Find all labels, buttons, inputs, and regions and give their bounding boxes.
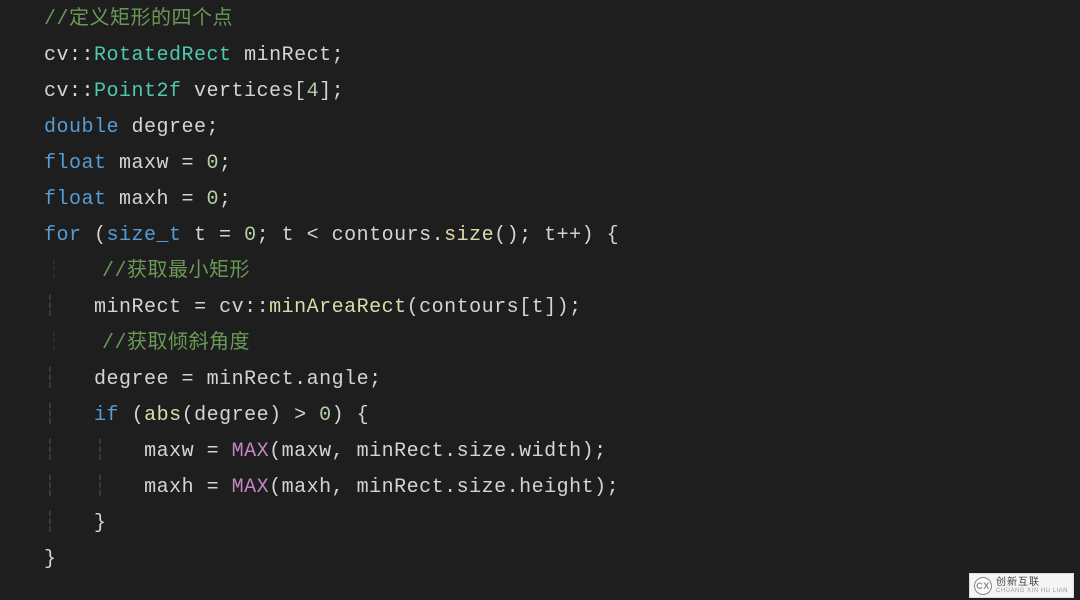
code-text: (maxw, minRect.size.width); xyxy=(269,440,607,463)
code-line[interactable]: ┆ ┆ maxh = MAX(maxh, minRect.size.height… xyxy=(0,470,1080,506)
code-text: ( xyxy=(82,224,107,247)
scope-op: :: xyxy=(69,80,94,103)
code-line[interactable]: ┆ if (abs(degree) > 0) { xyxy=(0,398,1080,434)
code-line[interactable]: //定义矩形的四个点 xyxy=(0,2,1080,38)
number-literal: 4 xyxy=(307,80,320,103)
code-line[interactable]: cv::Point2f vertices[4]; xyxy=(0,74,1080,110)
indent-guide: ┆ xyxy=(44,512,94,535)
watermark-cn: 创新互联 xyxy=(996,578,1040,588)
watermark-badge: CX 创新互联 CHUANG XIN HU LIAN xyxy=(969,573,1074,598)
macro-call: MAX xyxy=(232,440,270,463)
number-literal: 0 xyxy=(244,224,257,247)
comment-text: //获取最小矩形 xyxy=(102,260,250,283)
code-line[interactable]: ┆ //获取倾斜角度 xyxy=(0,326,1080,362)
code-text: vertices[ xyxy=(182,80,307,103)
keyword: size_t xyxy=(107,224,182,247)
namespace: cv xyxy=(44,80,69,103)
brace: } xyxy=(44,548,57,571)
code-text: ( xyxy=(119,404,144,427)
code-text: degree = minRect.angle; xyxy=(94,368,382,391)
code-text: degree; xyxy=(119,116,219,139)
keyword: for xyxy=(44,224,82,247)
code-text: (contours[t]); xyxy=(407,296,582,319)
code-text: ]; xyxy=(319,80,344,103)
code-line[interactable]: float maxw = 0; xyxy=(0,146,1080,182)
code-line[interactable]: for (size_t t = 0; t < contours.size(); … xyxy=(0,218,1080,254)
indent-guide: ┆ xyxy=(44,404,94,427)
comment-text: //获取倾斜角度 xyxy=(102,332,250,355)
indent-guide: ┆ ┆ xyxy=(44,476,144,499)
number-literal: 0 xyxy=(207,188,220,211)
code-editor[interactable]: //定义矩形的四个点 cv::RotatedRect minRect; cv::… xyxy=(0,0,1080,600)
code-text: minRect = cv:: xyxy=(94,296,269,319)
code-line[interactable]: float maxh = 0; xyxy=(0,182,1080,218)
code-text: maxw = xyxy=(144,440,232,463)
code-text: (); t++) { xyxy=(494,224,619,247)
code-text: (maxh, minRect.size.height); xyxy=(269,476,619,499)
code-text: (degree) > xyxy=(182,404,320,427)
scope-op: :: xyxy=(69,44,94,67)
code-text: ; xyxy=(219,152,232,175)
code-line[interactable]: ┆ //获取最小矩形 xyxy=(0,254,1080,290)
watermark-text: 创新互联 CHUANG XIN HU LIAN xyxy=(996,578,1068,594)
keyword: double xyxy=(44,116,119,139)
code-text: minRect; xyxy=(232,44,345,67)
type-name: Point2f xyxy=(94,80,182,103)
code-text: ) { xyxy=(332,404,370,427)
comment-text: //定义矩形的四个点 xyxy=(44,8,233,31)
function-call: abs xyxy=(144,404,182,427)
watermark-en: CHUANG XIN HU LIAN xyxy=(996,588,1068,594)
code-text: ; xyxy=(219,188,232,211)
namespace: cv xyxy=(44,44,69,67)
macro-call: MAX xyxy=(232,476,270,499)
indent-guide: ┆ xyxy=(44,368,94,391)
code-line[interactable]: double degree; xyxy=(0,110,1080,146)
code-line[interactable]: } xyxy=(0,542,1080,578)
code-line[interactable]: cv::RotatedRect minRect; xyxy=(0,38,1080,74)
code-line[interactable]: ┆ ┆ maxw = MAX(maxw, minRect.size.width)… xyxy=(0,434,1080,470)
number-literal: 0 xyxy=(319,404,332,427)
indent-guide: ┆ xyxy=(44,260,102,283)
function-call: minAreaRect xyxy=(269,296,407,319)
indent-guide: ┆ ┆ xyxy=(44,440,144,463)
number-literal: 0 xyxy=(207,152,220,175)
function-call: size xyxy=(444,224,494,247)
watermark-logo-icon: CX xyxy=(974,577,992,595)
code-line[interactable]: ┆ degree = minRect.angle; xyxy=(0,362,1080,398)
code-line[interactable]: ┆ } xyxy=(0,506,1080,542)
keyword: if xyxy=(94,404,119,427)
code-text: maxw = xyxy=(107,152,207,175)
indent-guide: ┆ xyxy=(44,296,94,319)
code-text: maxh = xyxy=(144,476,232,499)
code-line[interactable]: ┆ minRect = cv::minAreaRect(contours[t])… xyxy=(0,290,1080,326)
type-name: RotatedRect xyxy=(94,44,232,67)
indent-guide: ┆ xyxy=(44,332,102,355)
keyword: float xyxy=(44,152,107,175)
code-text: ; t < contours. xyxy=(257,224,445,247)
keyword: float xyxy=(44,188,107,211)
code-text: maxh = xyxy=(107,188,207,211)
code-text: t = xyxy=(182,224,245,247)
brace: } xyxy=(94,512,107,535)
